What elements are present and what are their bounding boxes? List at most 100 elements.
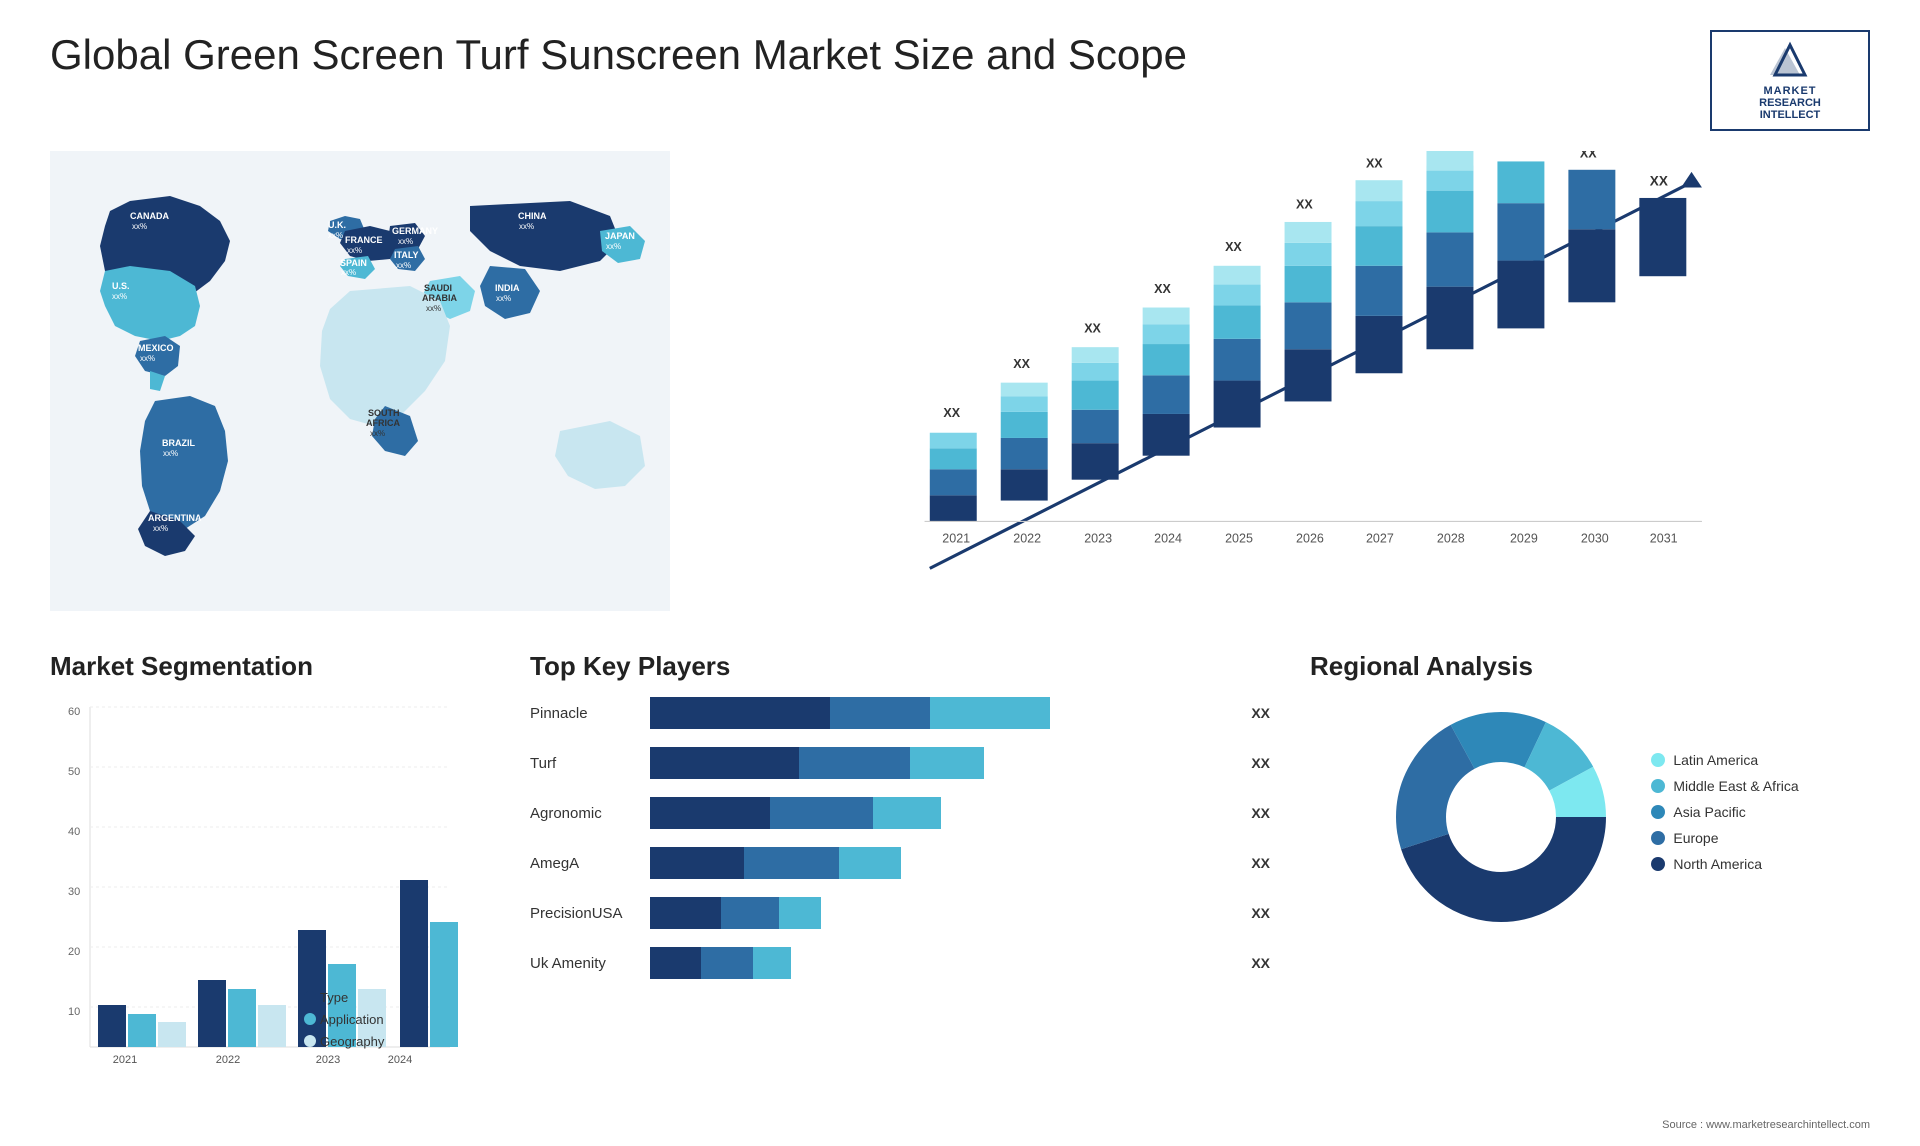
south-africa-label2: AFRICA bbox=[366, 418, 400, 428]
uk-label: U.K. bbox=[328, 220, 346, 230]
bar-2021: XX 2021 bbox=[930, 406, 977, 545]
legend-item: North America bbox=[1651, 856, 1798, 872]
logo-line1: MARKET bbox=[1763, 85, 1816, 97]
player-row: PinnacleXX bbox=[530, 697, 1270, 729]
logo-line3: INTELLECT bbox=[1760, 109, 1821, 121]
player-bar-container bbox=[650, 947, 1241, 979]
legend-item: Asia Pacific bbox=[1651, 804, 1798, 820]
segmentation-section: Market Segmentation 60 50 40 30 20 10 bbox=[50, 651, 490, 1131]
canada-label: CANADA bbox=[130, 211, 169, 221]
saudi-label2: ARABIA bbox=[422, 293, 457, 303]
player-value: XX bbox=[1251, 947, 1270, 979]
bar-2029: XX 2029 bbox=[1497, 151, 1544, 545]
legend-label: North America bbox=[1673, 856, 1762, 872]
bar-med-segment bbox=[799, 747, 910, 779]
svg-text:XX: XX bbox=[1366, 157, 1383, 171]
player-value: XX bbox=[1251, 847, 1270, 879]
svg-text:2027: 2027 bbox=[1366, 531, 1394, 545]
player-bar bbox=[650, 747, 1021, 779]
legend-item: Latin America bbox=[1651, 752, 1798, 768]
bar-2023: XX 2023 bbox=[1072, 322, 1119, 546]
svg-text:2024: 2024 bbox=[388, 1054, 412, 1066]
india-label: INDIA bbox=[495, 283, 520, 293]
player-value: XX bbox=[1251, 797, 1270, 829]
bar-light-segment bbox=[779, 897, 822, 929]
germany-label: GERMANY bbox=[392, 226, 438, 236]
legend-color-dot bbox=[1651, 753, 1665, 767]
saudi-label: SAUDI bbox=[424, 283, 452, 293]
france-label: FRANCE bbox=[345, 235, 383, 245]
player-bar-container bbox=[650, 747, 1241, 779]
svg-text:XX: XX bbox=[1154, 282, 1171, 296]
player-bar-container bbox=[650, 897, 1241, 929]
player-value: XX bbox=[1251, 747, 1270, 779]
svg-text:60: 60 bbox=[68, 706, 80, 718]
japan-value: xx% bbox=[606, 242, 621, 251]
regional-legend: Latin AmericaMiddle East & AfricaAsia Pa… bbox=[1651, 752, 1798, 882]
players-section: Top Key Players PinnacleXX TurfXX Agronomi… bbox=[510, 651, 1290, 1131]
legend-item: Europe bbox=[1651, 830, 1798, 846]
saudi-value: xx% bbox=[426, 304, 441, 313]
spain-label: SPAIN bbox=[340, 258, 367, 268]
donut-chart bbox=[1381, 697, 1621, 937]
italy-value: xx% bbox=[396, 261, 411, 270]
legend-label: Latin America bbox=[1673, 752, 1758, 768]
bar-chart-section: XX 2021 XX 2022 bbox=[690, 151, 1870, 631]
player-bar-container bbox=[650, 797, 1241, 829]
svg-text:XX: XX bbox=[1296, 197, 1313, 211]
player-name: PrecisionUSA bbox=[530, 905, 650, 922]
bar-dark-segment bbox=[650, 747, 799, 779]
bar-2030: XX 2030 bbox=[1568, 151, 1615, 545]
svg-text:XX: XX bbox=[1510, 151, 1527, 154]
bar-med-segment bbox=[744, 847, 838, 879]
segmentation-title: Market Segmentation bbox=[50, 651, 490, 682]
bar-light-segment bbox=[930, 697, 1050, 729]
bar-light-segment bbox=[910, 747, 984, 779]
svg-text:2029: 2029 bbox=[1510, 531, 1538, 545]
players-chart: PinnacleXXTurfXXAgronomicXXAmegAXXPrecis… bbox=[530, 697, 1270, 979]
bar-med-segment bbox=[701, 947, 752, 979]
svg-text:2022: 2022 bbox=[1013, 531, 1041, 545]
regional-section: Regional Analysis bbox=[1310, 651, 1870, 1131]
bar-med-segment bbox=[770, 797, 873, 829]
svg-text:2026: 2026 bbox=[1296, 531, 1324, 545]
svg-text:Type: Type bbox=[320, 990, 348, 1005]
player-bar-container bbox=[650, 697, 1241, 729]
us-label: U.S. bbox=[112, 281, 130, 291]
legend-label: Asia Pacific bbox=[1673, 804, 1745, 820]
bar-2031: XX 2031 bbox=[1639, 173, 1686, 545]
page-title: Global Green Screen Turf Sunscreen Marke… bbox=[50, 30, 1187, 80]
bar-2027: XX 2027 bbox=[1356, 157, 1403, 546]
logo: MARKET RESEARCH INTELLECT bbox=[1710, 30, 1870, 131]
uk-value: xx% bbox=[328, 231, 343, 240]
legend-color-dot bbox=[1651, 779, 1665, 793]
players-title: Top Key Players bbox=[530, 651, 1270, 682]
germany-value: xx% bbox=[398, 237, 413, 246]
player-row: TurfXX bbox=[530, 747, 1270, 779]
svg-text:XX: XX bbox=[1013, 357, 1030, 371]
svg-text:2021: 2021 bbox=[113, 1054, 137, 1066]
svg-text:10: 10 bbox=[68, 1006, 80, 1018]
player-row: AmegAXX bbox=[530, 847, 1270, 879]
svg-text:XX: XX bbox=[1437, 151, 1454, 154]
player-name: Agronomic bbox=[530, 805, 650, 822]
svg-text:XX: XX bbox=[1084, 322, 1101, 336]
china-label: CHINA bbox=[518, 211, 547, 221]
argentina-value: xx% bbox=[153, 524, 168, 533]
svg-text:20: 20 bbox=[68, 946, 80, 958]
svg-text:2023: 2023 bbox=[1084, 531, 1112, 545]
us-value: xx% bbox=[112, 292, 127, 301]
bar-2028: XX 2028 bbox=[1426, 151, 1473, 545]
player-value: XX bbox=[1251, 697, 1270, 729]
bar-2025: XX 2025 bbox=[1214, 240, 1261, 545]
svg-text:2028: 2028 bbox=[1437, 531, 1465, 545]
regional-title: Regional Analysis bbox=[1310, 651, 1870, 682]
svg-text:Application: Application bbox=[320, 1012, 384, 1027]
bar-med-segment bbox=[721, 897, 778, 929]
italy-label: ITALY bbox=[394, 250, 419, 260]
map-section: CANADA xx% U.S. xx% MEXICO xx% BRAZIL xx… bbox=[50, 151, 670, 631]
bar-dark-segment bbox=[650, 947, 701, 979]
svg-text:2025: 2025 bbox=[1225, 531, 1253, 545]
page-container: Global Green Screen Turf Sunscreen Marke… bbox=[0, 0, 1920, 1146]
svg-text:2024: 2024 bbox=[1154, 531, 1182, 545]
